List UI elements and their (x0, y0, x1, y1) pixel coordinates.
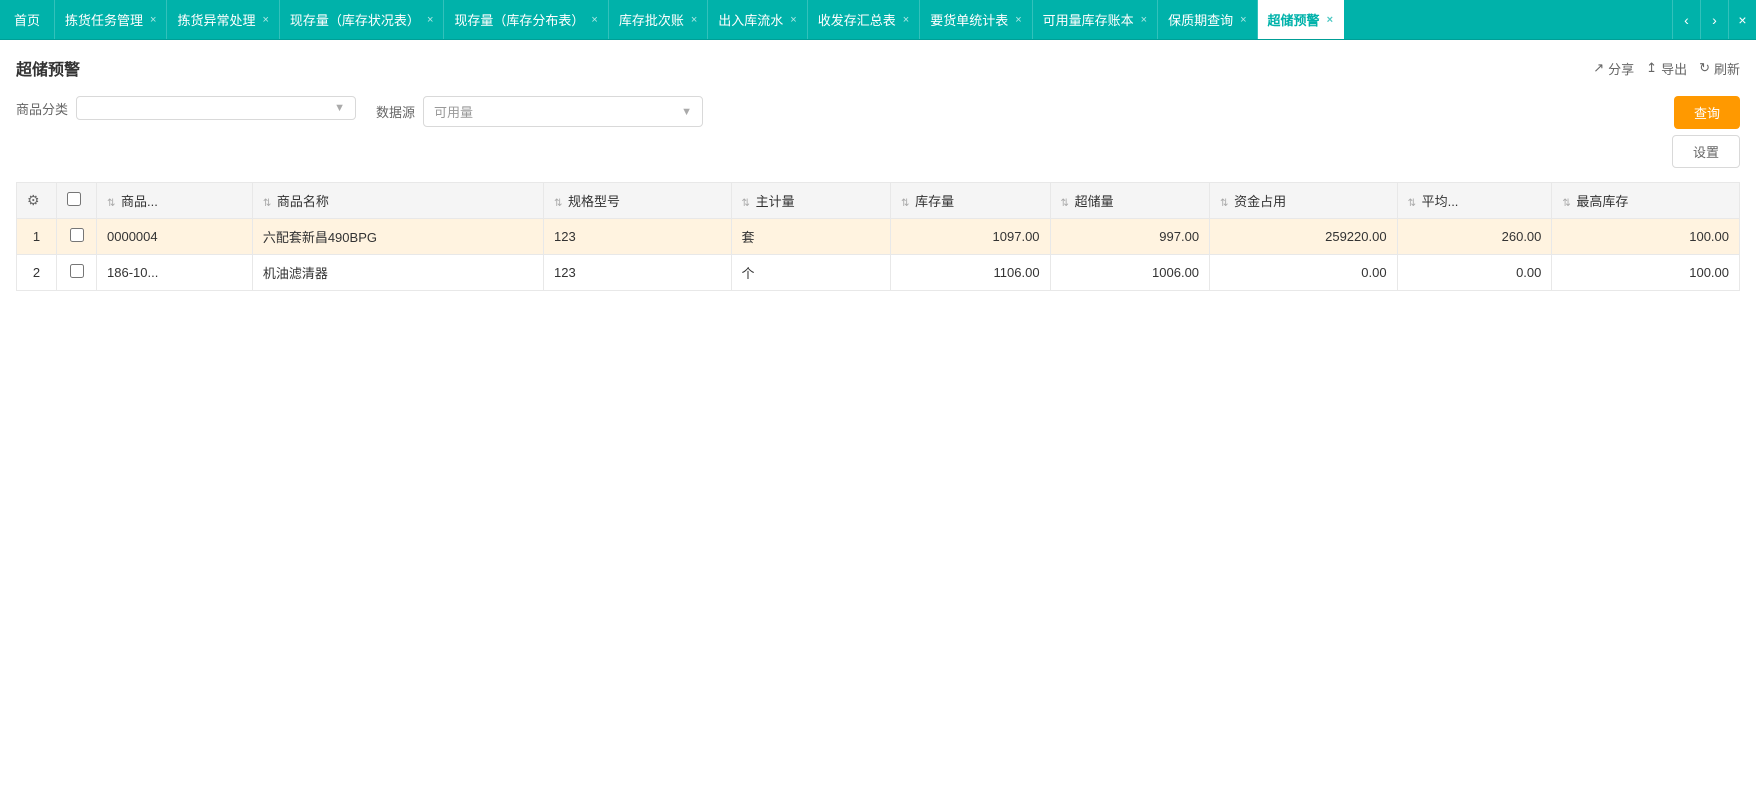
cell-capital: 0.00 (1210, 255, 1398, 291)
sort-icon-capital: ⇅ (1220, 198, 1228, 209)
nav-tab-1[interactable]: 拣货任务管理 × (55, 0, 167, 40)
top-navigation: 首页 拣货任务管理 × 拣货异常处理 × 现存量（库存状况表） × 现存量（库存… (0, 0, 1756, 40)
export-button[interactable]: ↥ 导出 (1646, 59, 1687, 78)
query-button[interactable]: 查询 (1674, 96, 1740, 129)
close-tab-2-icon[interactable]: × (262, 14, 268, 26)
cell-stock: 1106.00 (891, 255, 1051, 291)
page-title: 超储预警 (16, 56, 80, 80)
cell-unit: 个 (731, 255, 891, 291)
th-product-name[interactable]: ⇅ 商品名称 (252, 183, 543, 219)
cell-avg: 0.00 (1397, 255, 1552, 291)
filter-actions: 查询 设置 (1672, 96, 1740, 168)
filter-product-category: 商品分类 ▼ (16, 96, 356, 120)
cell-avg: 260.00 (1397, 219, 1552, 255)
cell-max-stock: 100.00 (1552, 219, 1740, 255)
share-button[interactable]: ↗ 分享 (1593, 59, 1634, 78)
page-content: 超储预警 ↗ 分享 ↥ 导出 ↻ 刷新 商品分类 ▼ 数据源 (0, 40, 1756, 800)
row-num: 2 (17, 255, 57, 291)
table-gear-icon[interactable]: ⚙ (27, 192, 40, 208)
table-row: 2 186-10... 机油滤清器 123 个 1106.00 1006.00 … (17, 255, 1740, 291)
th-stock[interactable]: ⇅ 库存量 (891, 183, 1051, 219)
close-tab-6-icon[interactable]: × (790, 14, 796, 26)
select-all-checkbox[interactable] (67, 192, 81, 206)
settings-button[interactable]: 设置 (1672, 135, 1740, 168)
sort-icon-spec: ⇅ (554, 198, 562, 209)
nav-tab-3[interactable]: 现存量（库存状况表） × (280, 0, 444, 40)
page-header: 超储预警 ↗ 分享 ↥ 导出 ↻ 刷新 (16, 56, 1740, 80)
th-avg[interactable]: ⇅ 平均... (1397, 183, 1552, 219)
th-settings: ⚙ (17, 183, 57, 219)
nav-arrow-left[interactable]: ‹ (1672, 0, 1700, 40)
th-checkbox (57, 183, 97, 219)
refresh-button[interactable]: ↻ 刷新 (1699, 59, 1740, 78)
nav-home[interactable]: 首页 (0, 0, 55, 40)
cell-spec: 123 (544, 219, 732, 255)
close-tab-8-icon[interactable]: × (1015, 14, 1021, 26)
row-checkbox-cell (57, 255, 97, 291)
close-tab-1-icon[interactable]: × (150, 14, 156, 26)
cell-product-code: 0000004 (97, 219, 253, 255)
close-tab-3-icon[interactable]: × (427, 14, 433, 26)
product-category-select[interactable]: ▼ (76, 96, 356, 120)
category-chevron-icon: ▼ (334, 102, 345, 114)
table-header-row: ⚙ ⇅ 商品... ⇅ 商品名称 ⇅ 规格型号 ⇅ (17, 183, 1740, 219)
cell-product-name: 机油滤清器 (252, 255, 543, 291)
export-icon: ↥ (1646, 60, 1657, 76)
th-spec[interactable]: ⇅ 规格型号 (544, 183, 732, 219)
cell-capital: 259220.00 (1210, 219, 1398, 255)
row-checkbox-0[interactable] (70, 228, 84, 242)
datasource-select[interactable]: 可用量 ▼ (423, 96, 703, 127)
sort-icon-product-code: ⇅ (107, 198, 115, 209)
nav-tab-10[interactable]: 保质期查询 × (1158, 0, 1257, 40)
close-tab-9-icon[interactable]: × (1141, 14, 1147, 26)
th-unit[interactable]: ⇅ 主计量 (731, 183, 891, 219)
nav-tab-7[interactable]: 收发存汇总表 × (808, 0, 920, 40)
refresh-icon: ↻ (1699, 60, 1710, 76)
row-checkbox-cell (57, 219, 97, 255)
cell-product-code: 186-10... (97, 255, 253, 291)
nav-tab-4[interactable]: 现存量（库存分布表） × (444, 0, 608, 40)
close-tab-4-icon[interactable]: × (591, 14, 597, 26)
nav-tab-5[interactable]: 库存批次账 × (609, 0, 708, 40)
sort-icon-overstock: ⇅ (1061, 198, 1069, 209)
close-tab-5-icon[interactable]: × (691, 14, 697, 26)
th-max-stock[interactable]: ⇅ 最高库存 (1552, 183, 1740, 219)
cell-spec: 123 (544, 255, 732, 291)
header-actions: ↗ 分享 ↥ 导出 ↻ 刷新 (1593, 59, 1740, 78)
sort-icon-product-name: ⇅ (263, 198, 271, 209)
nav-arrow-close[interactable]: × (1728, 0, 1756, 40)
table-row: 1 0000004 六配套新昌490BPG 123 套 1097.00 997.… (17, 219, 1740, 255)
nav-tab-2[interactable]: 拣货异常处理 × (167, 0, 279, 40)
close-tab-11-icon[interactable]: × (1327, 14, 1333, 26)
cell-overstock: 1006.00 (1050, 255, 1210, 291)
nav-tab-8[interactable]: 要货单统计表 × (920, 0, 1032, 40)
nav-tab-6[interactable]: 出入库流水 × (708, 0, 807, 40)
share-icon: ↗ (1593, 60, 1604, 76)
sort-icon-avg: ⇅ (1408, 198, 1416, 209)
data-table: ⚙ ⇅ 商品... ⇅ 商品名称 ⇅ 规格型号 ⇅ (16, 182, 1740, 291)
cell-stock: 1097.00 (891, 219, 1051, 255)
cell-product-name: 六配套新昌490BPG (252, 219, 543, 255)
nav-tab-9[interactable]: 可用量库存账本 × (1033, 0, 1158, 40)
sort-icon-max-stock: ⇅ (1562, 198, 1570, 209)
sort-icon-stock: ⇅ (901, 198, 909, 209)
datasource-chevron-icon: ▼ (681, 106, 692, 118)
th-product-code[interactable]: ⇅ 商品... (97, 183, 253, 219)
filter-datasource: 数据源 可用量 ▼ (376, 96, 703, 127)
nav-tab-11[interactable]: 超储预警 × (1258, 0, 1344, 40)
close-tab-7-icon[interactable]: × (903, 14, 909, 26)
sort-icon-unit: ⇅ (742, 198, 750, 209)
cell-unit: 套 (731, 219, 891, 255)
row-checkbox-1[interactable] (70, 264, 84, 278)
th-capital[interactable]: ⇅ 资金占用 (1210, 183, 1398, 219)
cell-max-stock: 100.00 (1552, 255, 1740, 291)
nav-arrows: ‹ › × (1672, 0, 1756, 40)
cell-overstock: 997.00 (1050, 219, 1210, 255)
datasource-label: 数据源 (376, 102, 415, 121)
row-num: 1 (17, 219, 57, 255)
nav-arrow-right[interactable]: › (1700, 0, 1728, 40)
th-overstock[interactable]: ⇅ 超储量 (1050, 183, 1210, 219)
product-category-label: 商品分类 (16, 99, 68, 118)
close-tab-10-icon[interactable]: × (1240, 14, 1246, 26)
